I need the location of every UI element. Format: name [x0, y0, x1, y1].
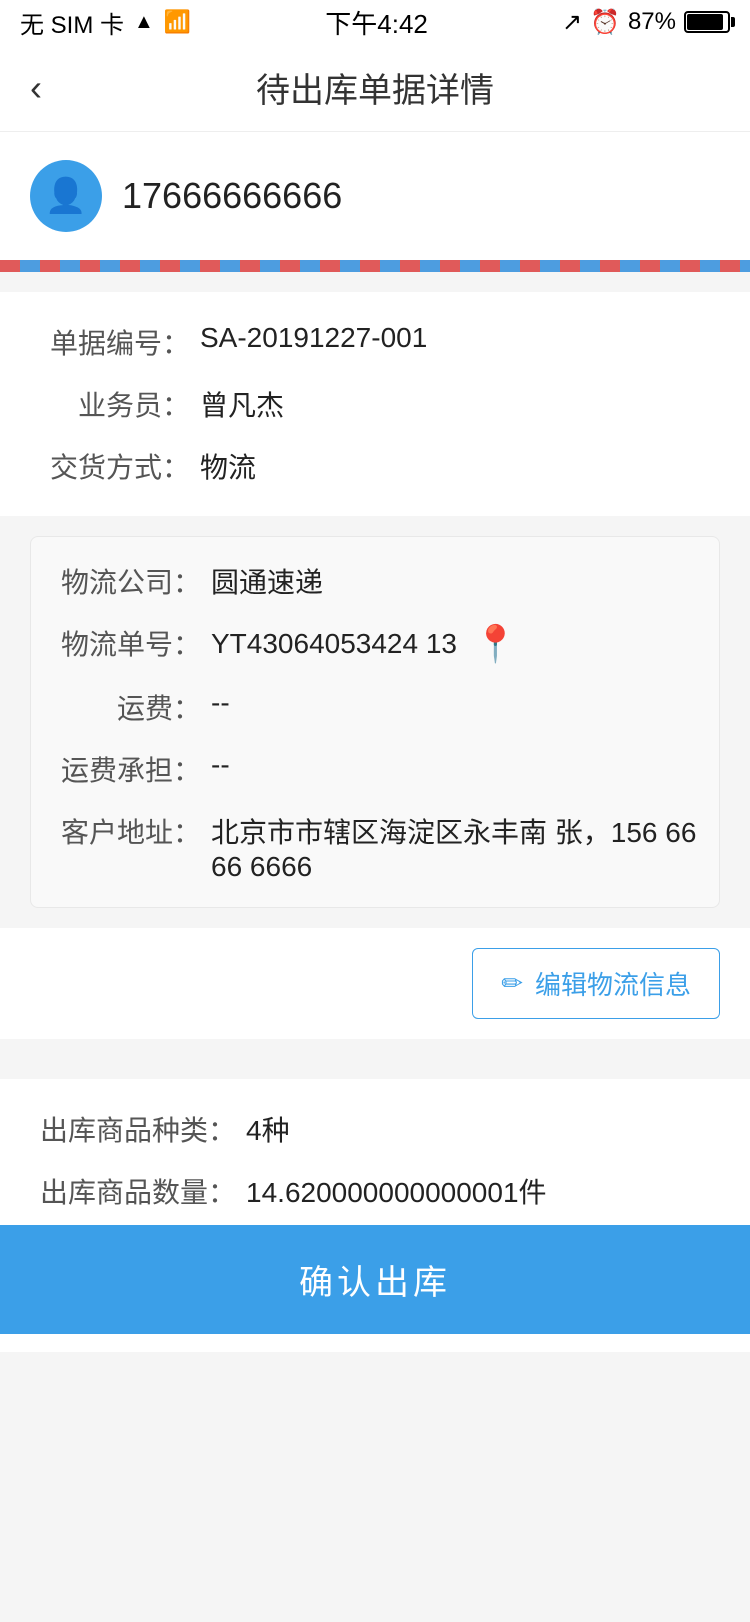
section-gap-1	[0, 272, 750, 292]
back-button[interactable]: ‹	[30, 67, 42, 109]
status-right: ↗ ⏰ 87%	[562, 8, 730, 37]
freight-bear-label: 运费承担：	[51, 749, 211, 789]
status-bar: 无 SIM 卡 ▲ 📶 下午4:42 ↗ ⏰ 87%	[0, 0, 750, 44]
logistics-company-label: 物流公司：	[51, 561, 211, 601]
address-row: 客户地址： 北京市市辖区海淀区永丰南 张，156 6666 6666	[51, 811, 699, 883]
tracking-number-value: YT43064053424 13	[211, 628, 457, 660]
sales-person-row: 业务员： 曾凡杰	[40, 384, 710, 424]
delivery-method-row: 交货方式： 物流	[40, 446, 710, 486]
goods-quantity-label: 出库商品数量：	[40, 1171, 246, 1211]
freight-bear-row: 运费承担： --	[51, 749, 699, 789]
nav-bar: ‹ 待出库单据详情	[0, 44, 750, 132]
signal-icon: ▲	[134, 11, 154, 34]
wifi-icon: 📶	[164, 9, 191, 35]
edit-logistics-button[interactable]: ✏ 编辑物流信息	[472, 948, 720, 1019]
edit-button-label: 编辑物流信息	[535, 965, 691, 1002]
status-time: 下午4:42	[325, 4, 428, 41]
tracking-number-row: 物流单号： YT43064053424 13 📍	[51, 623, 699, 665]
address-value: 北京市市辖区海淀区永丰南 张，156 6666 6666	[211, 811, 699, 883]
page-title: 待出库单据详情	[256, 63, 494, 112]
goods-quantity-row: 出库商品数量： 14.620000000000001件	[40, 1171, 710, 1211]
freight-bear-value: --	[211, 749, 699, 781]
basic-info-section: 单据编号： SA-20191227-001 业务员： 曾凡杰 交货方式： 物流	[0, 292, 750, 516]
battery-icon	[684, 11, 730, 33]
location-icon[interactable]: 📍	[473, 623, 518, 665]
customer-header: 👤 17666666666	[0, 132, 750, 260]
freight-row: 运费： --	[51, 687, 699, 727]
tracking-number-value-row: YT43064053424 13 📍	[211, 623, 699, 665]
logistics-company-value: 圆通速递	[211, 561, 699, 601]
address-label: 客户地址：	[51, 811, 211, 851]
section-gap-2	[0, 1039, 750, 1059]
delivery-method-value: 物流	[200, 446, 710, 486]
content-spacer	[0, 1352, 750, 1502]
status-left: 无 SIM 卡 ▲ 📶	[20, 5, 191, 40]
tracking-number-label: 物流单号：	[51, 623, 211, 663]
goods-type-value: 4种	[246, 1109, 710, 1149]
battery-text: 87%	[628, 8, 676, 36]
order-number-value: SA-20191227-001	[200, 322, 710, 354]
goods-type-label: 出库商品种类：	[40, 1109, 246, 1149]
freight-label: 运费：	[51, 687, 211, 727]
freight-value: --	[211, 687, 699, 719]
goods-quantity-value: 14.620000000000001件	[246, 1171, 710, 1211]
logistics-card: 物流公司： 圆通速递 物流单号： YT43064053424 13 📍 运费： …	[30, 536, 720, 908]
logistics-company-row: 物流公司： 圆通速递	[51, 561, 699, 601]
order-number-row: 单据编号： SA-20191227-001	[40, 322, 710, 362]
sales-person-value: 曾凡杰	[200, 384, 710, 424]
gps-icon: ↗	[562, 8, 582, 37]
confirm-button[interactable]: 确认出库	[0, 1255, 750, 1304]
goods-section: 出库商品种类： 4种 出库商品数量： 14.620000000000001件	[0, 1079, 750, 1241]
order-number-label: 单据编号：	[40, 322, 200, 362]
edit-button-row: ✏ 编辑物流信息	[0, 928, 750, 1039]
delivery-method-label: 交货方式：	[40, 446, 200, 486]
customer-phone: 17666666666	[122, 175, 342, 217]
avatar-icon: 👤	[45, 176, 87, 216]
sales-person-label: 业务员：	[40, 384, 200, 424]
carrier-text: 无 SIM 卡	[20, 5, 124, 40]
goods-type-row: 出库商品种类： 4种	[40, 1109, 710, 1149]
confirm-button-wrapper: 确认出库	[0, 1225, 750, 1334]
alarm-icon: ⏰	[590, 8, 620, 37]
decorative-divider	[0, 260, 750, 272]
edit-icon: ✏	[501, 968, 523, 999]
avatar: 👤	[30, 160, 102, 232]
